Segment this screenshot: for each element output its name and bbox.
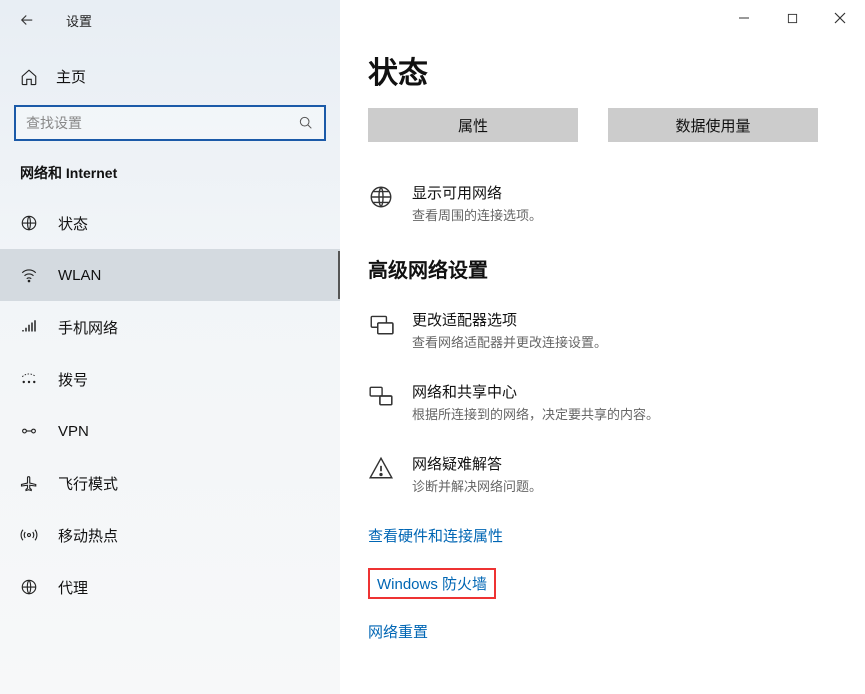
sidebar-item-label: 状态 xyxy=(58,213,88,234)
home-button[interactable]: 主页 xyxy=(0,54,340,97)
globe-icon xyxy=(20,214,40,232)
sidebar-item-label: 拨号 xyxy=(58,369,88,390)
wifi-icon xyxy=(20,266,40,284)
page-title: 状态 xyxy=(368,48,837,92)
cellular-icon xyxy=(20,318,40,336)
troubleshoot-row[interactable]: 网络疑难解答 诊断并解决网络问题。 xyxy=(368,453,837,495)
sidebar-item-label: 手机网络 xyxy=(58,317,118,338)
network-reset-link[interactable]: 网络重置 xyxy=(368,621,428,642)
row-description: 根据所连接到的网络，决定要共享的内容。 xyxy=(412,404,659,423)
adapter-icon xyxy=(368,311,394,337)
warning-icon xyxy=(368,455,394,481)
sidebar-item-proxy[interactable]: 代理 xyxy=(0,561,340,613)
airplane-icon xyxy=(20,474,40,492)
section-label: 网络和 Internet xyxy=(0,159,340,197)
sidebar-item-status[interactable]: 状态 xyxy=(0,197,340,249)
hotspot-icon xyxy=(20,526,40,544)
sidebar-item-label: 飞行模式 xyxy=(58,473,118,494)
minimize-button[interactable] xyxy=(721,3,767,33)
home-icon xyxy=(20,68,38,86)
hardware-link[interactable]: 查看硬件和连接属性 xyxy=(368,525,503,546)
firewall-link[interactable]: Windows 防火墙 xyxy=(377,573,487,594)
row-title: 网络疑难解答 xyxy=(412,453,542,474)
sidebar: 设置 主页 网络和 Internet 状态 WLAN 手机网络 xyxy=(0,0,340,694)
firewall-highlight: Windows 防火墙 xyxy=(368,568,496,599)
sidebar-item-dialup[interactable]: 拨号 xyxy=(0,353,340,405)
button-row: 属性 数据使用量 xyxy=(368,108,837,142)
sharing-center-row[interactable]: 网络和共享中心 根据所连接到的网络，决定要共享的内容。 xyxy=(368,381,837,423)
content-area: 状态 属性 数据使用量 显示可用网络 查看周围的连接选项。 高级网络设置 更改适… xyxy=(340,36,865,684)
window-title: 设置 xyxy=(66,11,92,30)
properties-button[interactable]: 属性 xyxy=(368,108,578,142)
close-button[interactable] xyxy=(817,3,863,33)
titlebar: 设置 xyxy=(0,0,340,40)
sidebar-item-vpn[interactable]: VPN xyxy=(0,405,340,457)
advanced-heading: 高级网络设置 xyxy=(368,254,837,283)
data-usage-button[interactable]: 数据使用量 xyxy=(608,108,818,142)
back-button[interactable] xyxy=(10,7,44,33)
show-networks-row[interactable]: 显示可用网络 查看周围的连接选项。 xyxy=(368,182,837,224)
adapter-options-row[interactable]: 更改适配器选项 查看网络适配器并更改连接设置。 xyxy=(368,309,837,351)
sharing-icon xyxy=(368,383,394,409)
sidebar-item-label: 代理 xyxy=(58,577,88,598)
sidebar-item-label: 移动热点 xyxy=(58,525,118,546)
row-title: 网络和共享中心 xyxy=(412,381,659,402)
row-description: 查看网络适配器并更改连接设置。 xyxy=(412,332,607,351)
sidebar-item-label: WLAN xyxy=(58,267,101,284)
maximize-button[interactable] xyxy=(769,3,815,33)
main-pane: 状态 属性 数据使用量 显示可用网络 查看周围的连接选项。 高级网络设置 更改适… xyxy=(340,0,865,694)
home-label: 主页 xyxy=(56,66,86,87)
globe-icon xyxy=(368,184,394,210)
search-input[interactable] xyxy=(26,115,298,131)
search-icon xyxy=(298,115,314,131)
sidebar-item-hotspot[interactable]: 移动热点 xyxy=(0,509,340,561)
row-title: 显示可用网络 xyxy=(412,182,542,203)
dialup-icon xyxy=(20,370,40,388)
search-box[interactable] xyxy=(14,105,326,141)
sidebar-item-airplane[interactable]: 飞行模式 xyxy=(0,457,340,509)
vpn-icon xyxy=(20,422,40,440)
sidebar-item-wlan[interactable]: WLAN xyxy=(0,249,340,301)
row-title: 更改适配器选项 xyxy=(412,309,607,330)
sidebar-item-cellular[interactable]: 手机网络 xyxy=(0,301,340,353)
row-description: 诊断并解决网络问题。 xyxy=(412,476,542,495)
sidebar-item-label: VPN xyxy=(58,423,89,440)
proxy-icon xyxy=(20,578,40,596)
row-description: 查看周围的连接选项。 xyxy=(412,205,542,224)
window-controls xyxy=(340,0,865,36)
